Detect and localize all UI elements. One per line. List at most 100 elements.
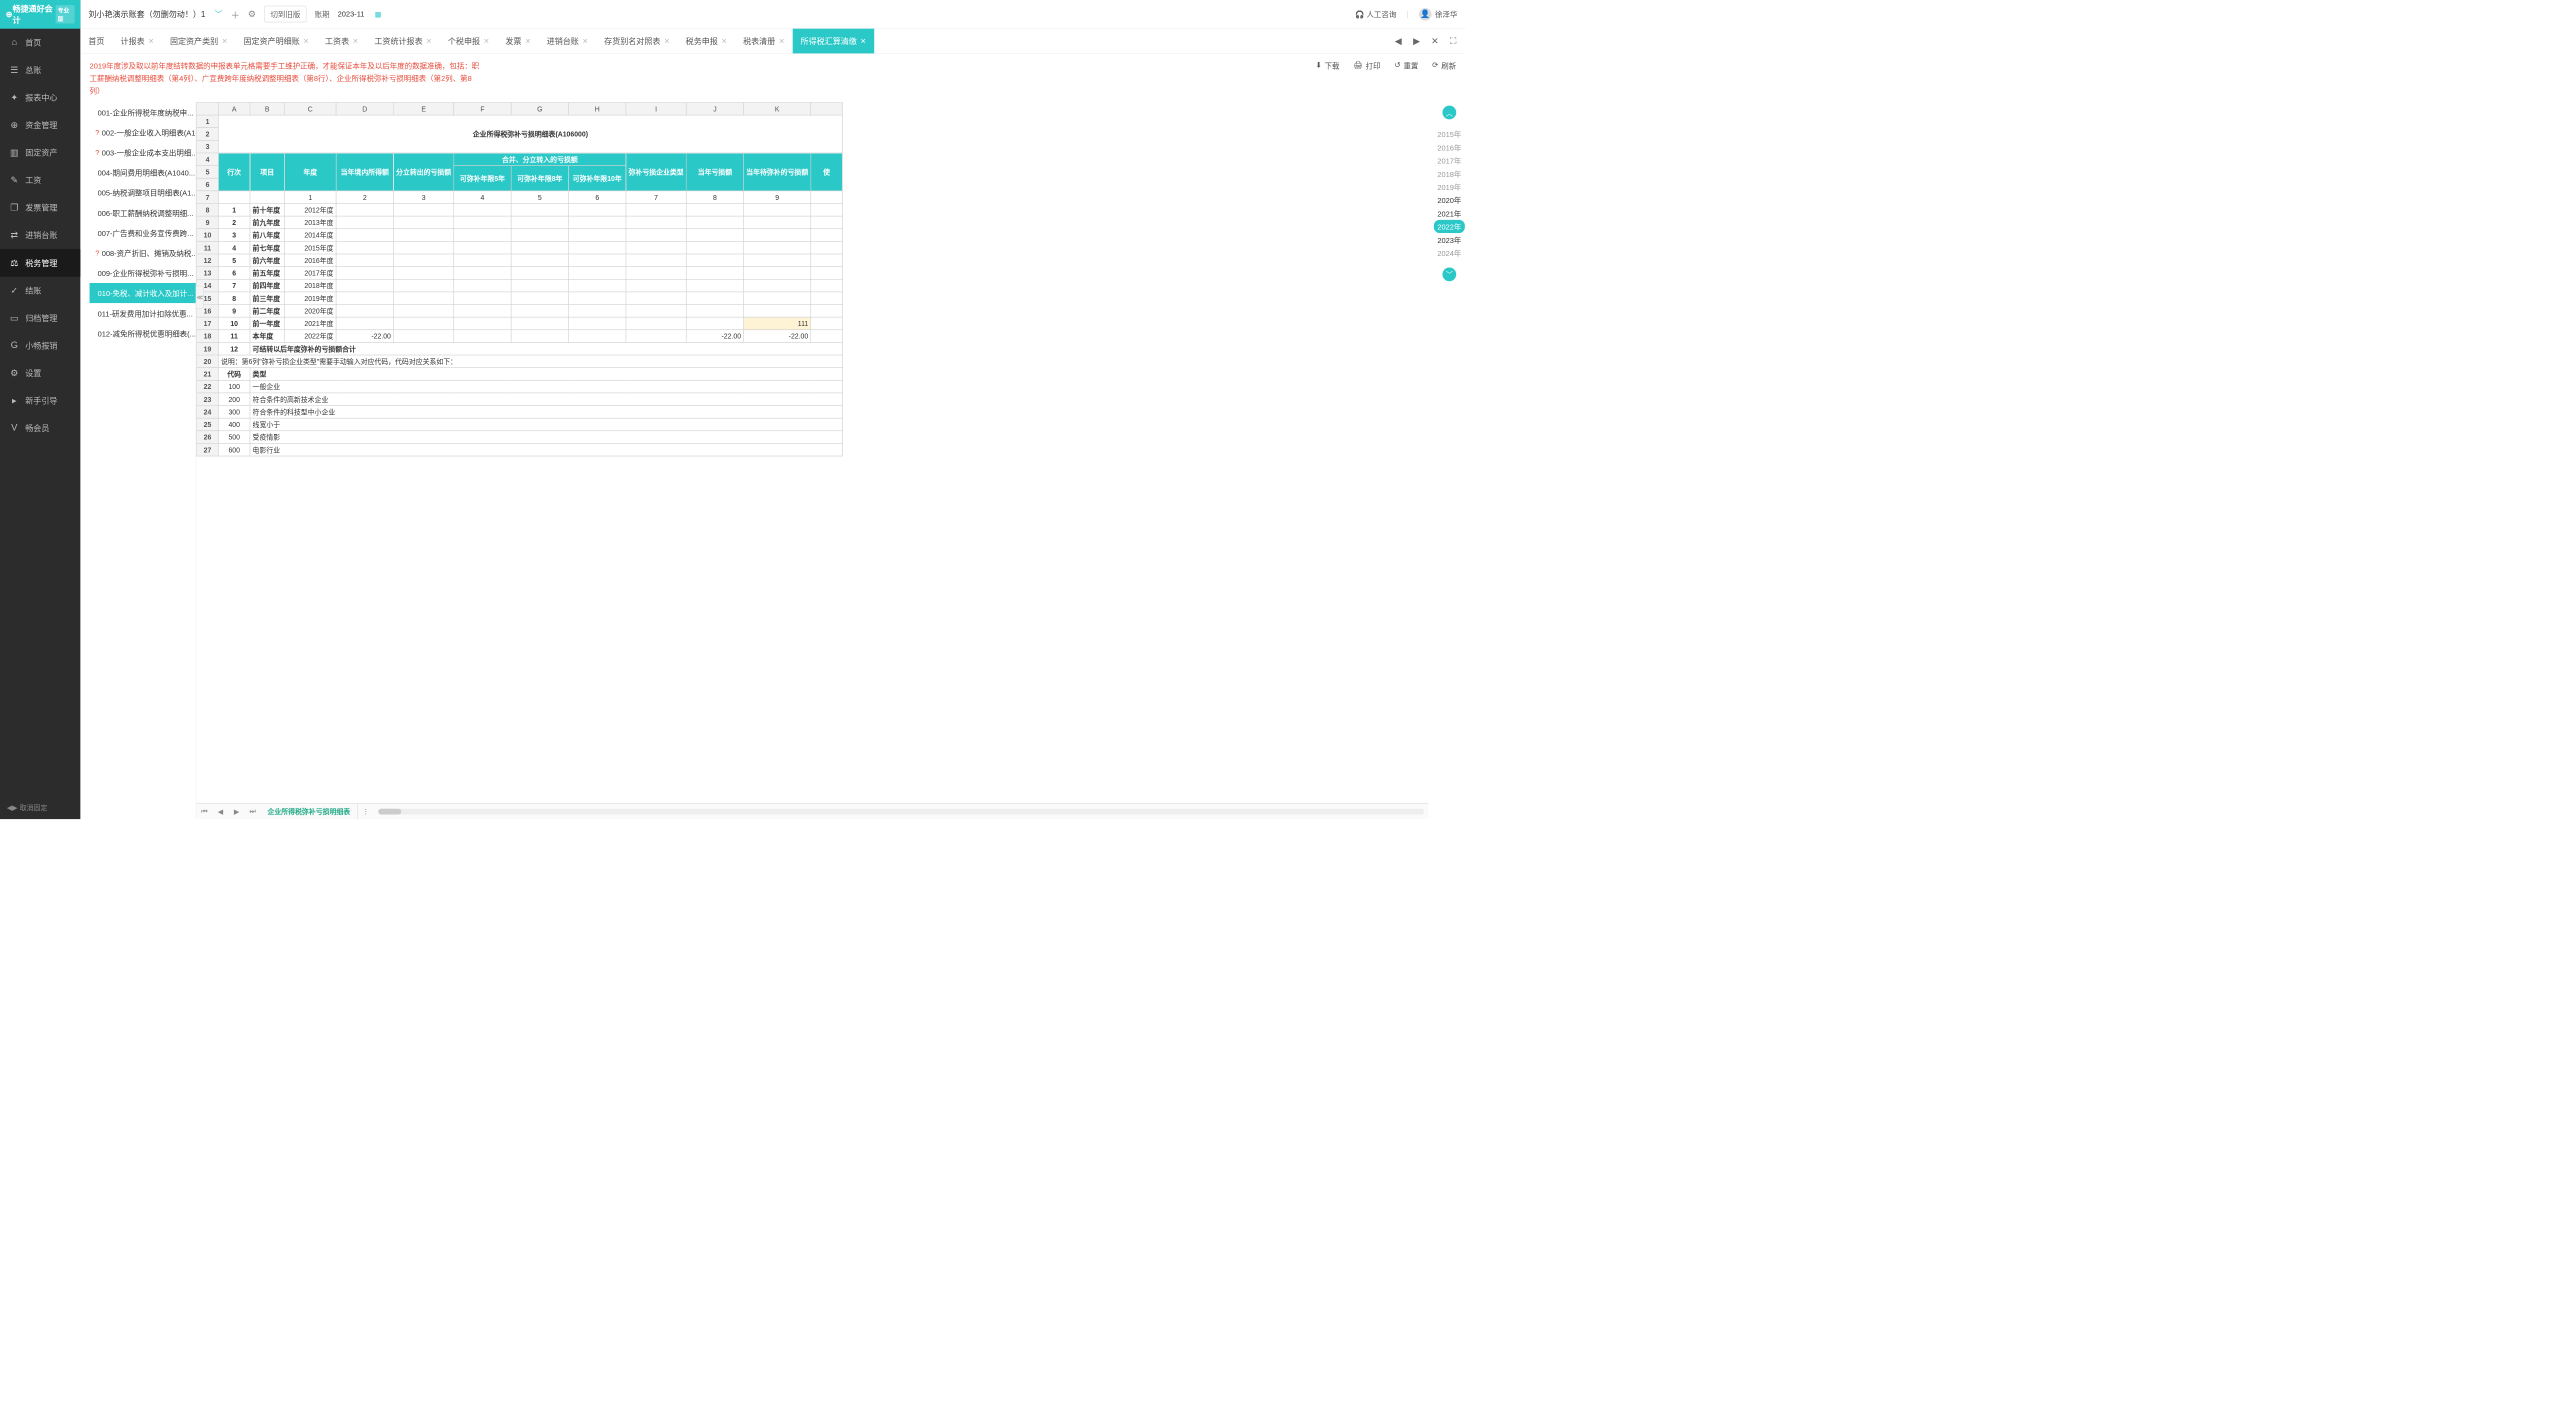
tab-固定资产明细账[interactable]: 固定资产明细账✕ [235,29,317,54]
year-2022年[interactable]: 2022年 [1434,220,1465,233]
tab-进销台账[interactable]: 进销台账✕ [539,29,596,54]
print-button[interactable]: 🖨打印 [1353,60,1380,71]
report-item[interactable]: 010-免税、减计收入及加计... [90,283,196,303]
tab-存货别名对照表[interactable]: 存货别名对照表✕ [596,29,678,54]
nav-icon: ▭ [9,313,19,323]
tab-close-icon[interactable]: ✕ [721,37,727,45]
tab-close-icon[interactable]: ✕ [148,37,154,45]
tab-close-icon[interactable]: ✕ [222,37,228,45]
reset-button[interactable]: ↺重置 [1394,60,1418,71]
report-item[interactable]: 007-广告费和业务宣传费跨... [90,223,196,243]
nav-税务管理[interactable]: ⚖税务管理 [0,249,80,277]
h-scrollbar[interactable] [378,808,1424,814]
tab-close-icon[interactable]: ✕ [525,37,531,45]
sheet-nav-first[interactable]: ⏮ [196,807,212,816]
year-2021年[interactable]: 2021年 [1434,207,1465,220]
tab-scroll-left[interactable]: ◀ [1391,34,1406,49]
col-header[interactable]: G [511,103,568,116]
download-button[interactable]: ⬇下载 [1315,60,1339,71]
sheet-nav-prev[interactable]: ◀ [212,807,228,815]
sheet-tab[interactable]: 企业所得税弥补亏损明细表 [261,804,358,819]
col-header[interactable]: K [744,103,811,116]
tab-工资表[interactable]: 工资表✕ [317,29,366,54]
period-value[interactable]: 2023-11 [338,10,365,19]
sheet-nav-last[interactable]: ⏭ [245,807,261,816]
add-account-button[interactable]: ＋ [231,7,240,21]
report-item[interactable]: ?002-一般企业收入明细表(A10... [90,122,196,142]
nav-进销台账[interactable]: ⇄进销台账 [0,222,80,250]
spreadsheet[interactable]: ABCDEFGHIJK1企业所得税弥补亏损明细表(A106000)234行次项目… [196,102,1428,803]
tab-close-icon[interactable]: ✕ [353,37,359,45]
report-item[interactable]: ?008-资产折旧、摊销及纳税... [90,243,196,263]
nav-资金管理[interactable]: ⊕资金管理 [0,111,80,139]
report-item[interactable]: 006-职工薪酬纳税调整明细... [90,203,196,223]
tab-fullscreen[interactable]: ⛶ [1446,34,1461,49]
tab-close-icon[interactable]: ✕ [303,37,309,45]
collapse-handle[interactable]: ≪ [196,286,204,309]
nav-归档管理[interactable]: ▭归档管理 [0,304,80,332]
nav-小畅报销[interactable]: G小畅报销 [0,332,80,360]
tab-close-icon[interactable]: ✕ [664,37,670,45]
report-item[interactable]: 012-减免所得税优惠明细表(... [90,323,196,343]
user-menu[interactable]: 👤 徐泽华 [1419,8,1457,21]
report-item[interactable]: 005-纳税调整项目明细表(A1... [90,183,196,203]
nav-工资[interactable]: ✎工资 [0,166,80,194]
tab-发票[interactable]: 发票✕ [497,29,538,54]
nav-发票管理[interactable]: ❒发票管理 [0,194,80,222]
tab-所得税汇算清缴[interactable]: 所得税汇算清缴✕ [793,29,875,54]
tab-scroll-right[interactable]: ▶ [1409,34,1424,49]
refresh-button[interactable]: ⟳刷新 [1432,60,1456,71]
report-item[interactable]: 011-研发费用加计扣除优惠... [90,303,196,323]
col-header[interactable]: I [626,103,686,116]
tab-个税申报[interactable]: 个税申报✕ [440,29,497,54]
nav-固定资产[interactable]: ▥固定资产 [0,139,80,167]
tab-工资统计报表[interactable]: 工资统计报表✕ [366,29,440,54]
tab-close-icon[interactable]: ✕ [426,37,432,45]
nav-报表中心[interactable]: ✦报表中心 [0,84,80,112]
tab-close-icon[interactable]: ✕ [779,37,785,45]
year-scroll-down[interactable]: ﹀ [1442,268,1456,282]
nav-icon: ⇄ [9,230,19,240]
year-scroll-up[interactable]: ︿ [1442,106,1456,120]
nav-首页[interactable]: ⌂首页 [0,29,80,57]
col-header[interactable]: C [284,103,336,116]
switch-old-button[interactable]: 切到旧版 [264,6,306,23]
tab-首页[interactable]: 首页 [80,29,112,54]
sheet-nav-next[interactable]: ▶ [228,807,244,815]
nav-结账[interactable]: ✓结账 [0,277,80,305]
col-header[interactable]: B [250,103,284,116]
report-label: 011-研发费用加计扣除优惠... [98,308,193,319]
tab-税表清册[interactable]: 税表清册✕ [735,29,792,54]
sidebar-pin-toggle[interactable]: ◀▶ 取消固定 [0,796,80,820]
col-header[interactable]: H [569,103,626,116]
col-header[interactable]: J [686,103,743,116]
toolbar: ⬇下载 🖨打印 ↺重置 ⟳刷新 [1315,60,1456,71]
year-2023年[interactable]: 2023年 [1434,233,1465,246]
report-item[interactable]: 004-期间费用明细表(A1040... [90,163,196,183]
report-item[interactable]: 009-企业所得税弥补亏损明... [90,263,196,283]
nav-label: 资金管理 [25,119,57,130]
nav-label: 税务管理 [25,257,57,268]
tab-close-icon[interactable]: ✕ [582,37,588,45]
tab-close-all[interactable]: ✕ [1428,34,1443,49]
col-header[interactable]: A [218,103,250,116]
account-selector[interactable]: 刘小艳演示账套（勿删勿动！）1 ﹀ [88,8,222,19]
report-item[interactable]: ?003-一般企业成本支出明细... [90,143,196,163]
tab-计报表[interactable]: 计报表✕ [113,29,162,54]
tab-close-icon[interactable]: ✕ [483,37,489,45]
nav-总账[interactable]: ☰总账 [0,56,80,84]
nav-畅会员[interactable]: V畅会员 [0,414,80,442]
tab-close-icon[interactable]: ✕ [860,37,866,45]
col-header[interactable]: D [336,103,393,116]
nav-设置[interactable]: ⚙设置 [0,359,80,387]
col-header[interactable]: F [454,103,511,116]
report-item[interactable]: 001-企业所得税年度纳税申... [90,102,196,122]
tab-固定资产类别[interactable]: 固定资产类别✕ [162,29,236,54]
settings-icon-button[interactable]: ⚙ [248,8,256,19]
col-header[interactable]: E [393,103,453,116]
year-2020年[interactable]: 2020年 [1434,194,1465,207]
calendar-icon[interactable]: ▦ [375,10,382,18]
nav-新手引导[interactable]: ▸新手引导 [0,387,80,415]
tab-税务申报[interactable]: 税务申报✕ [678,29,735,54]
consult-button[interactable]: 🎧 人工咨询 [1355,9,1396,20]
